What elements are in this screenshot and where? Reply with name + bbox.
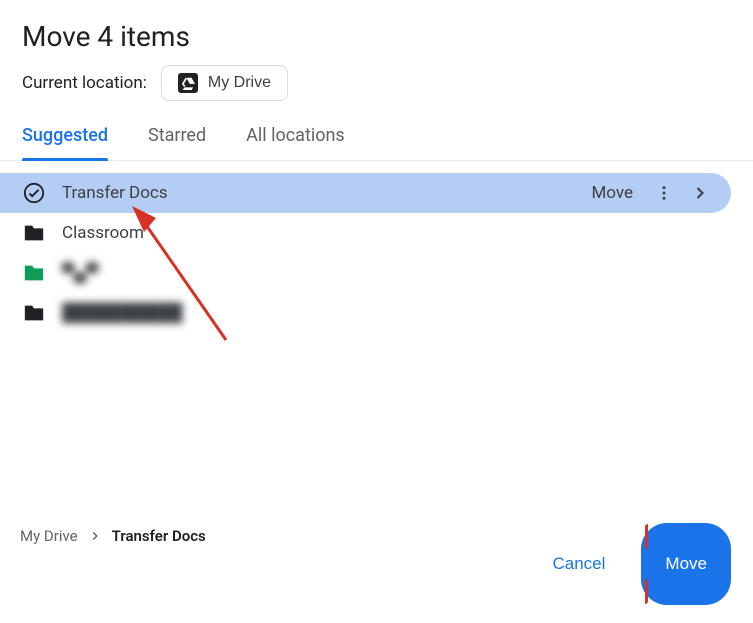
tab-suggested[interactable]: Suggested — [22, 125, 108, 160]
breadcrumb-root[interactable]: My Drive — [20, 527, 78, 545]
current-location-label: Current location: — [22, 73, 147, 93]
list-item-label: ██████████ — [62, 303, 733, 323]
move-button-highlight: Move — [641, 523, 731, 605]
list-item-label: Classroom — [62, 223, 733, 243]
breadcrumb-current: Transfer Docs — [112, 527, 206, 545]
list-item-label: ▀▄▀ — [62, 263, 733, 283]
tabs: Suggested Starred All locations — [0, 111, 753, 161]
tab-all-locations[interactable]: All locations — [246, 125, 345, 160]
folder-shared-icon — [22, 261, 46, 285]
drive-icon — [178, 73, 198, 93]
list-item-classroom[interactable]: Classroom — [0, 213, 753, 253]
folder-icon — [22, 221, 46, 245]
current-location-chip[interactable]: My Drive — [161, 65, 288, 101]
folder-icon — [22, 301, 46, 325]
cancel-button[interactable]: Cancel — [547, 544, 612, 584]
breadcrumb: My Drive Transfer Docs — [20, 527, 206, 545]
chevron-right-icon — [88, 529, 102, 543]
current-location-row: Current location: My Drive — [0, 65, 753, 111]
folder-list: Transfer Docs Move Classroom ▀▄▀ — [0, 161, 753, 333]
chevron-right-icon[interactable] — [689, 182, 711, 204]
annotation-highlight-box: Move — [645, 524, 727, 604]
list-item[interactable]: ██████████ — [0, 293, 753, 333]
inline-move-button[interactable]: Move — [591, 183, 633, 203]
list-item-transfer-docs[interactable]: Transfer Docs Move — [0, 173, 731, 213]
current-location-chip-label: My Drive — [208, 74, 271, 92]
dialog-title: Move 4 items — [0, 0, 753, 65]
dialog-actions: Cancel Move — [547, 523, 732, 605]
check-circle-icon — [22, 181, 46, 205]
tab-starred[interactable]: Starred — [148, 125, 206, 160]
list-item-label: Transfer Docs — [62, 183, 591, 203]
move-button[interactable]: Move — [645, 546, 727, 582]
list-item[interactable]: ▀▄▀ — [0, 253, 753, 293]
more-vert-icon[interactable] — [653, 182, 675, 204]
